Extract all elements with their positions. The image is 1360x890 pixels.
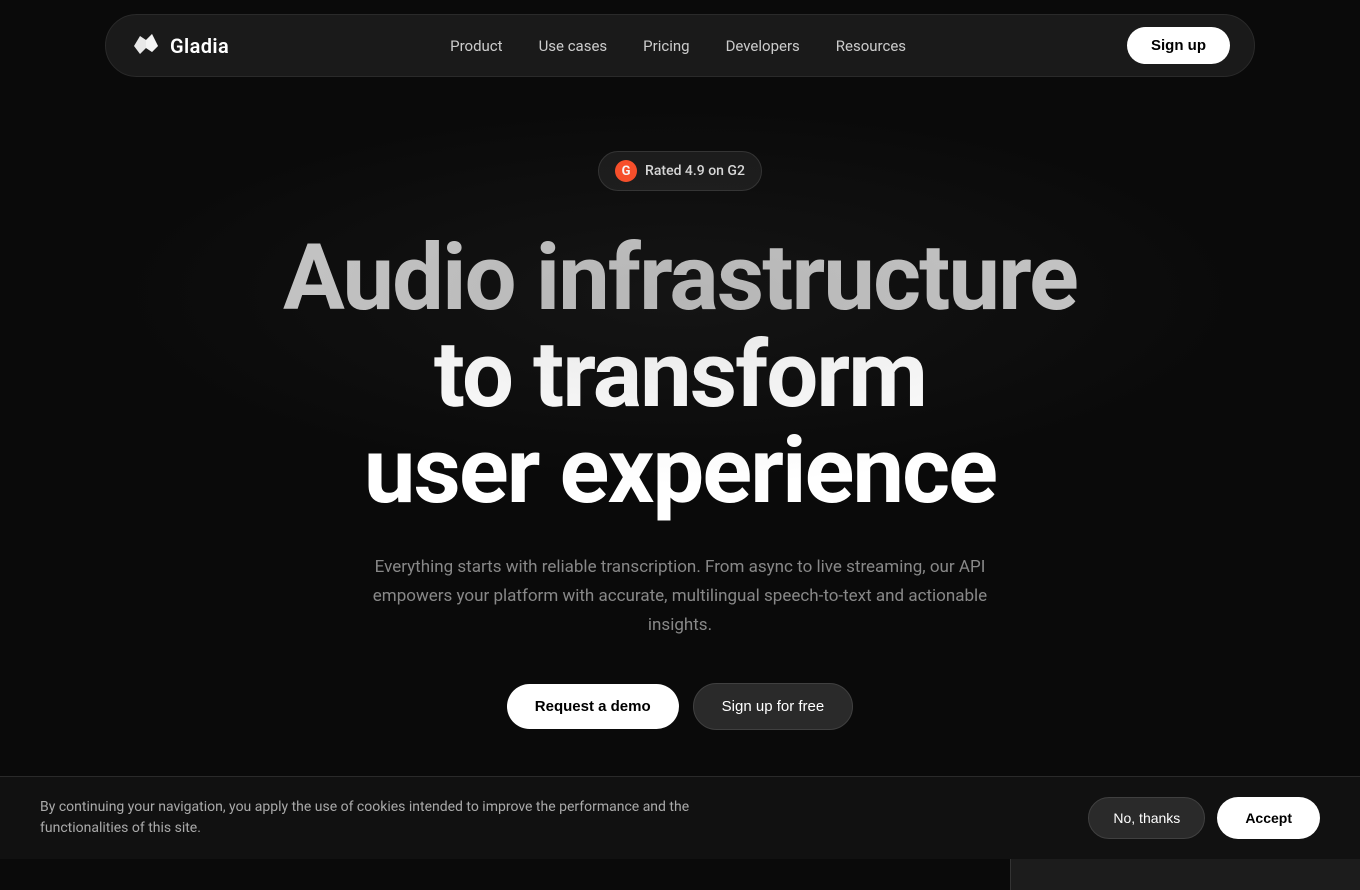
hero-title-line3: user experience bbox=[364, 424, 996, 521]
g2-icon: G bbox=[615, 160, 637, 182]
logo[interactable]: Gladia bbox=[130, 30, 229, 62]
cookie-banner: By continuing your navigation, you apply… bbox=[0, 776, 1360, 859]
signup-free-button[interactable]: Sign up for free bbox=[693, 683, 854, 730]
nav-item-resources[interactable]: Resources bbox=[836, 36, 906, 55]
signup-button[interactable]: Sign up bbox=[1127, 27, 1230, 64]
nav-item-product[interactable]: Product bbox=[450, 36, 502, 55]
hero-title-line2: to transform bbox=[434, 328, 926, 425]
nav-item-usecases[interactable]: Use cases bbox=[539, 36, 608, 55]
hero-description: Everything starts with reliable transcri… bbox=[370, 553, 990, 640]
accept-button[interactable]: Accept bbox=[1217, 797, 1320, 839]
rating-text: Rated 4.9 on G2 bbox=[645, 163, 745, 179]
no-thanks-button[interactable]: No, thanks bbox=[1088, 797, 1205, 839]
nav-item-developers[interactable]: Developers bbox=[726, 36, 800, 55]
rating-badge: G Rated 4.9 on G2 bbox=[598, 151, 762, 191]
cookie-buttons: No, thanks Accept bbox=[1088, 797, 1320, 839]
hero-buttons: Request a demo Sign up for free bbox=[507, 683, 853, 730]
hero-section: G Rated 4.9 on G2 Audio infrastructure t… bbox=[0, 91, 1360, 770]
gladia-logo-icon bbox=[130, 30, 162, 62]
hero-title-line1: Audio infrastructure bbox=[283, 231, 1077, 328]
navbar: Gladia Product Use cases Pricing Develop… bbox=[105, 14, 1255, 77]
cookie-text: By continuing your navigation, you apply… bbox=[40, 797, 740, 839]
logo-text: Gladia bbox=[170, 34, 229, 58]
request-demo-button[interactable]: Request a demo bbox=[507, 684, 679, 729]
nav-links: Product Use cases Pricing Developers Res… bbox=[450, 36, 906, 55]
nav-item-pricing[interactable]: Pricing bbox=[643, 36, 689, 55]
